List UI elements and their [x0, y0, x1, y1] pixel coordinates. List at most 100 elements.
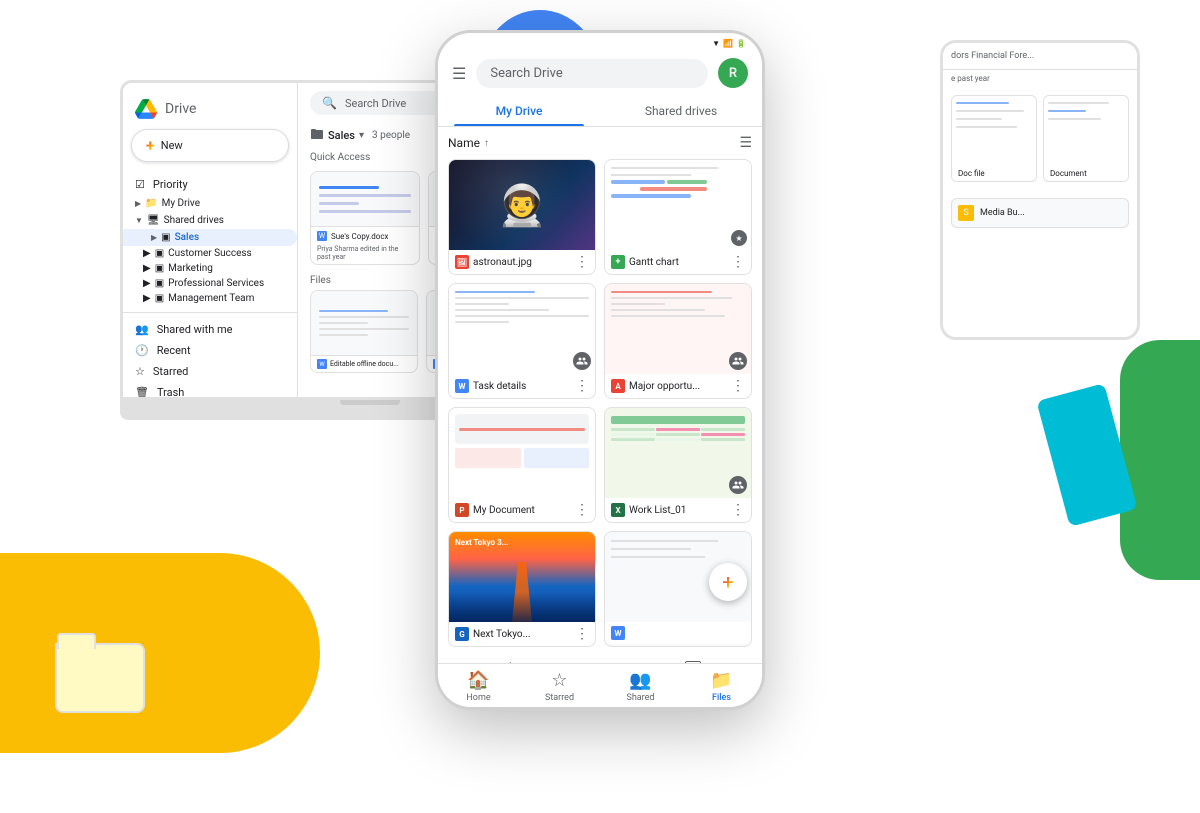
cell-4: [611, 433, 655, 436]
shared-drives-label: Shared drives: [164, 215, 224, 226]
tablet-file-2[interactable]: Document: [1043, 95, 1129, 182]
sales-label: Sales: [175, 232, 200, 243]
major-shared-badge: [729, 352, 747, 370]
ppt-col-1: [455, 448, 521, 468]
phone-header: ☰ Search Drive R: [438, 50, 762, 96]
new-button[interactable]: + New: [131, 129, 289, 162]
sidebar-item-starred[interactable]: ☆ Starred: [123, 361, 297, 382]
worklist-preview-container: [605, 408, 751, 498]
sidebar-item-marketing[interactable]: ▶ ▣ Marketing: [123, 261, 297, 276]
gantt-bar-1: [611, 180, 745, 184]
task-shared-badge: [573, 352, 591, 370]
blank-line-3: [611, 556, 705, 558]
mydoc-more-btn[interactable]: ⋮: [575, 502, 589, 518]
worklist-filename: Work List_01: [629, 505, 686, 516]
gantt-more-btn[interactable]: ⋮: [731, 254, 745, 270]
list-view-icon[interactable]: ☰: [739, 135, 752, 151]
cell-2: [656, 428, 700, 431]
cell-3: [701, 428, 745, 431]
sidebar-item-trash[interactable]: 🗑 Trash: [123, 382, 297, 400]
file-card-astronaut[interactable]: 👨‍🚀 🖼 astronaut.jpg ⋮: [448, 159, 596, 275]
collapse-icon: ▼: [135, 216, 143, 225]
shared-drives-icon: 🖥: [147, 215, 160, 226]
nav-shared[interactable]: 👥 Shared: [600, 670, 681, 672]
recent-label: Recent: [157, 344, 191, 357]
sidebar-item-shared-with-me[interactable]: 👥 Shared with me: [123, 319, 297, 340]
file-card-gantt[interactable]: ★ + Gantt chart ⋮: [604, 159, 752, 275]
sidebar-item-management-team[interactable]: ▶ ▣ Management Team: [123, 291, 297, 306]
nav-home[interactable]: 🏠 Home: [438, 670, 519, 672]
pdf-icon: A: [611, 379, 625, 393]
gantt-info: + Gantt chart ⋮: [605, 250, 751, 274]
breadcrumb-folder-icon: [310, 127, 324, 144]
task-filename: Task details: [473, 381, 526, 392]
task-line-3: [455, 303, 509, 305]
breadcrumb-dropdown[interactable]: ▾: [359, 130, 364, 141]
file-card-blank: W +: [604, 531, 752, 647]
file-card-1-name: Editable offline docu...: [330, 360, 411, 368]
tablet-subheader: e past year: [943, 70, 1137, 87]
bar-green: [667, 180, 707, 184]
task-line-1: [455, 291, 535, 293]
drive-logo-text: Drive: [165, 101, 196, 117]
sidebar-item-sales[interactable]: ▶ ▣ Sales: [123, 229, 297, 246]
wifi-icon: 📶: [723, 39, 733, 48]
media-icon: S: [958, 205, 974, 221]
folder-icon: 📁: [145, 198, 157, 209]
task-line-2: [455, 297, 589, 299]
f-line-4: [319, 328, 409, 330]
phone-content: Name ↑ ☰ 👨‍🚀: [438, 127, 762, 655]
mydoc-info: P My Document ⋮: [449, 498, 595, 522]
file-card-task[interactable]: W Task details ⋮: [448, 283, 596, 399]
sidebar-item-professional-services[interactable]: ▶ ▣ Professional Services: [123, 276, 297, 291]
astronaut-info: 🖼 astronaut.jpg ⋮: [449, 250, 595, 274]
astronaut-more-btn[interactable]: ⋮: [575, 254, 589, 270]
sales-icon: ▣: [161, 232, 170, 243]
task-more-btn[interactable]: ⋮: [575, 378, 589, 394]
t-line-5: [1048, 102, 1109, 104]
file-card-mydoc[interactable]: P My Document ⋮: [448, 407, 596, 523]
sidebar-item-priority[interactable]: ☑ Priority: [123, 174, 297, 195]
major-filename: Major opportu...: [629, 381, 700, 392]
bar-spacer: [611, 187, 638, 191]
fab-button[interactable]: +: [709, 563, 747, 601]
tablet-header-text: dors Financial Fore...: [951, 51, 1034, 61]
nav-files[interactable]: 📁 Files: [681, 670, 762, 672]
blank-icon: W: [611, 626, 625, 640]
shared-nav-icon: 👥: [629, 670, 651, 672]
major-more-btn[interactable]: ⋮: [731, 378, 745, 394]
sort-label[interactable]: Name ↑: [448, 136, 489, 150]
tab-shared-drives[interactable]: Shared drives: [600, 96, 762, 126]
file-card-worklist[interactable]: X Work List_01 ⋮: [604, 407, 752, 523]
tablet-file-1[interactable]: Doc file: [951, 95, 1037, 182]
mydoc-preview-container: [449, 408, 595, 498]
sidebar-item-my-drive[interactable]: ▶ 📁 My Drive: [123, 195, 297, 212]
astronaut-filename: astronaut.jpg: [473, 257, 532, 268]
tokyo-filename: Next Tokyo...: [473, 629, 530, 640]
task-line-5: [455, 315, 589, 317]
file-card-1[interactable]: W Editable offline docu...: [310, 290, 418, 373]
qa-card-1-info: W Sue's Copy.docx: [311, 227, 419, 245]
tokyo-info: G Next Tokyo... ⋮: [449, 622, 595, 646]
sidebar-item-shared-drives[interactable]: ▼ 🖥 Shared drives: [123, 212, 297, 229]
nav-starred[interactable]: ☆ Starred: [519, 670, 600, 672]
mkt-label: Marketing: [168, 263, 213, 274]
phone-avatar[interactable]: R: [718, 58, 748, 88]
blank-name-row: W: [611, 626, 745, 640]
t-line-1: [956, 102, 1009, 104]
tab-my-drive[interactable]: My Drive: [438, 96, 600, 126]
sidebar-item-customer-success[interactable]: ▶ ▣ Customer Success: [123, 246, 297, 261]
tokyo-more-btn[interactable]: ⋮: [575, 626, 589, 642]
hamburger-icon[interactable]: ☰: [452, 64, 466, 83]
file-card-tokyo[interactable]: Next Tokyo 3... G Next Tokyo... ⋮: [448, 531, 596, 647]
xlsx-icon: X: [611, 503, 625, 517]
task-line-6: [455, 321, 509, 323]
home-nav-icon: 🏠: [467, 670, 489, 672]
tablet-media-section: S Media Bu...: [943, 190, 1137, 236]
tablet-media-card[interactable]: S Media Bu...: [951, 198, 1129, 228]
sidebar-item-recent[interactable]: 🕐 Recent: [123, 340, 297, 361]
qa-card-1[interactable]: W Sue's Copy.docx Priya Sharma edited in…: [310, 171, 420, 265]
file-card-major[interactable]: A Major opportu... ⋮: [604, 283, 752, 399]
phone-search-bar[interactable]: Search Drive: [476, 59, 708, 88]
worklist-more-btn[interactable]: ⋮: [731, 502, 745, 518]
